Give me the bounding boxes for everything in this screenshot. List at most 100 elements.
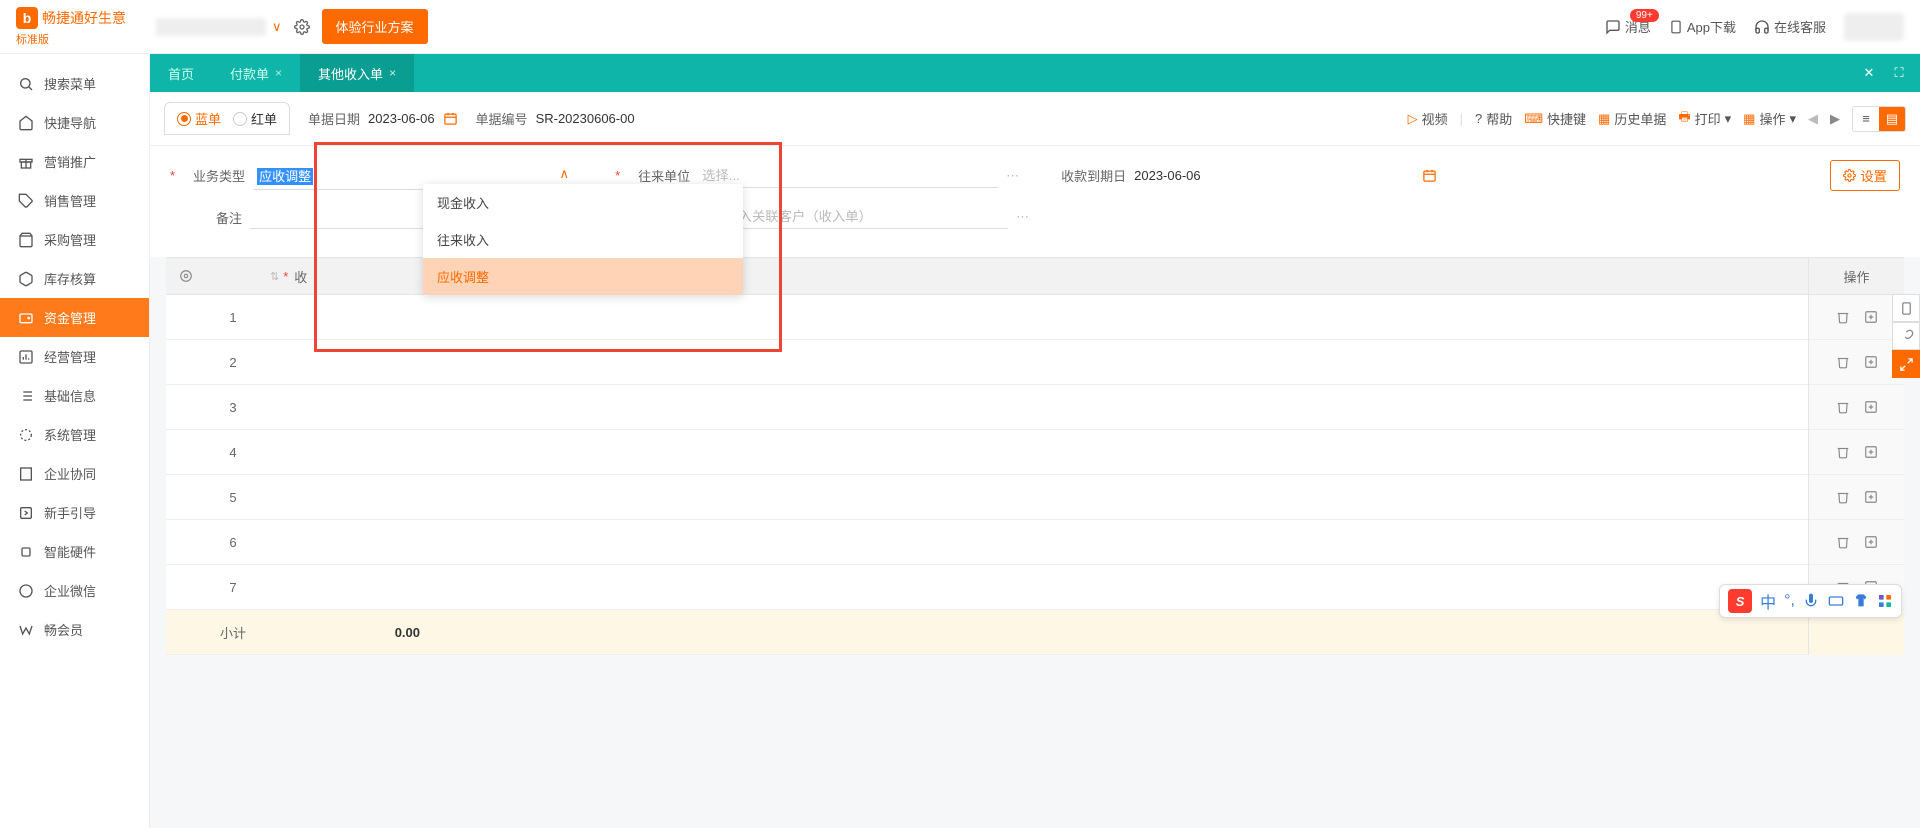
dropdown-item[interactable]: 现金收入 (423, 184, 743, 221)
user-avatar[interactable] (1844, 13, 1904, 41)
gift-icon (18, 154, 34, 170)
line-items-table: *收 1234567 小计 0.00 操作 (166, 257, 1904, 655)
sidebar-item-collab[interactable]: 企业协同 (0, 454, 149, 493)
ime-lang[interactable]: 中 (1760, 589, 1776, 613)
logo-subtitle: 标准版 (16, 31, 49, 47)
delete-row-icon[interactable] (1836, 355, 1850, 369)
dropdown-item[interactable]: 往来收入 (423, 221, 743, 258)
print-link[interactable]: 🖶打印▾ (1678, 108, 1731, 130)
sidebar-item-member[interactable]: 畅会员 (0, 610, 149, 649)
sidebar-item-sales[interactable]: 销售管理 (0, 181, 149, 220)
sidebar-item-marketing[interactable]: 营销推广 (0, 142, 149, 181)
wecom-icon (18, 583, 34, 599)
try-industry-button[interactable]: 体验行业方案 (322, 9, 428, 44)
table-row[interactable]: 2 (166, 340, 1808, 385)
tab-other-income[interactable]: 其他收入单× (300, 54, 414, 92)
sidebar-item-inventory[interactable]: 库存核算 (0, 259, 149, 298)
delete-row-icon[interactable] (1836, 445, 1850, 459)
ime-menu-icon[interactable] (1877, 593, 1893, 609)
add-row-icon[interactable] (1864, 355, 1878, 369)
ime-toolbar[interactable]: S 中 °, (1719, 584, 1902, 618)
tab-bar: 首页 付款单× 其他收入单× ✕ ⛶ (150, 54, 1920, 92)
prev-button[interactable]: ◀ (1808, 111, 1818, 127)
sidebar-item-system[interactable]: 系统管理 (0, 415, 149, 454)
add-row-icon[interactable] (1864, 535, 1878, 549)
radio-blue[interactable]: 蓝单 (177, 109, 221, 128)
add-row-icon[interactable] (1864, 490, 1878, 504)
more-icon[interactable]: ⋯ (1006, 168, 1019, 184)
view-list-button[interactable]: ≡ (1853, 107, 1879, 131)
help-link[interactable]: ?帮助 (1475, 109, 1512, 128)
form-area: * 业务类型 应收调整 ∧ * 往来单位 ⋯ 收款到期日 (150, 146, 1920, 257)
video-link[interactable]: ▷视频 (1408, 109, 1448, 128)
delete-row-icon[interactable] (1836, 490, 1850, 504)
link-button[interactable] (1892, 322, 1920, 350)
app-download-link[interactable]: App下载 (1669, 17, 1736, 36)
building-icon (18, 466, 34, 482)
messages-link[interactable]: 消息 99+ (1605, 17, 1651, 36)
radio-red[interactable]: 红单 (233, 109, 277, 128)
sidebar-item-hardware[interactable]: 智能硬件 (0, 532, 149, 571)
shortcut-link[interactable]: ⌨快捷键 (1524, 109, 1586, 128)
ime-punct-icon[interactable]: °, (1784, 592, 1795, 610)
tab-home[interactable]: 首页 (150, 54, 212, 92)
ime-mic-icon[interactable] (1803, 593, 1819, 609)
add-row-icon[interactable] (1864, 310, 1878, 324)
grid-icon: ▦ (1743, 111, 1755, 127)
dropdown-item[interactable]: 应收调整 (423, 258, 743, 295)
tabs-expand-icon[interactable]: ⛶ (1888, 62, 1910, 84)
delete-row-icon[interactable] (1836, 310, 1850, 324)
table-row[interactable]: 7 (166, 565, 1808, 610)
table-config-button[interactable] (166, 269, 206, 283)
add-row-icon[interactable] (1864, 445, 1878, 459)
close-icon[interactable]: × (275, 66, 282, 80)
delete-row-icon[interactable] (1836, 400, 1850, 414)
more-icon[interactable]: ⋯ (1016, 209, 1029, 225)
ops-link[interactable]: ▦操作▾ (1743, 109, 1796, 128)
company-selector[interactable]: ∨ (156, 18, 282, 36)
due-label: 收款到期日 (1061, 166, 1126, 185)
sidebar-item-wecom[interactable]: 企业微信 (0, 571, 149, 610)
sidebar-item-guide[interactable]: 新手引导 (0, 493, 149, 532)
right-float-toolbar (1892, 294, 1920, 378)
calendar-icon[interactable] (1422, 168, 1437, 183)
delete-row-icon[interactable] (1836, 535, 1850, 549)
col-amount[interactable]: *收 (260, 267, 317, 286)
doc-toolbar: 蓝单 红单 单据日期 2023-06-06 单据编号 SR-20230606-0… (150, 92, 1920, 146)
attachment-button[interactable] (1892, 294, 1920, 322)
row-ops (1809, 475, 1904, 520)
table-row[interactable]: 5 (166, 475, 1808, 520)
phone-icon (1669, 19, 1683, 35)
view-toggle: ≡ ▤ (1852, 106, 1906, 132)
table-row[interactable]: 3 (166, 385, 1808, 430)
next-button[interactable]: ▶ (1830, 111, 1840, 127)
sidebar-item-business[interactable]: 经营管理 (0, 337, 149, 376)
ime-keyboard-icon[interactable] (1827, 593, 1845, 609)
online-service-link[interactable]: 在线客服 (1754, 17, 1826, 36)
chevron-up-icon: ∧ (560, 166, 570, 182)
settings-button[interactable]: 设置 (1830, 160, 1900, 191)
close-icon[interactable]: × (389, 66, 396, 80)
table-row[interactable]: 1 (166, 295, 1808, 340)
rel-customer-input[interactable] (708, 205, 1008, 229)
tab-payment[interactable]: 付款单× (212, 54, 300, 92)
table-row[interactable]: 4 (166, 430, 1808, 475)
unit-input[interactable] (698, 164, 998, 188)
sidebar: 搜索菜单 快捷导航 营销推广 销售管理 采购管理 库存核算 资金管理 经营管理 … (0, 54, 150, 828)
history-link[interactable]: ▦历史单据 (1598, 109, 1666, 128)
expand-button[interactable] (1892, 350, 1920, 378)
sidebar-item-funds[interactable]: 资金管理 (0, 298, 149, 337)
wallet-icon (18, 310, 34, 326)
add-row-icon[interactable] (1864, 400, 1878, 414)
chevron-down-icon: ∨ (272, 19, 282, 35)
ime-skin-icon[interactable] (1853, 593, 1869, 609)
sidebar-item-quicknav[interactable]: 快捷导航 (0, 103, 149, 142)
sidebar-item-purchase[interactable]: 采购管理 (0, 220, 149, 259)
table-row[interactable]: 6 (166, 520, 1808, 565)
calendar-icon[interactable] (443, 111, 458, 126)
tabs-close-all-icon[interactable]: ✕ (1858, 62, 1880, 84)
sidebar-item-baseinfo[interactable]: 基础信息 (0, 376, 149, 415)
view-card-button[interactable]: ▤ (1879, 107, 1905, 131)
sidebar-item-search[interactable]: 搜索菜单 (0, 64, 149, 103)
settings-gear-icon[interactable] (294, 19, 310, 35)
